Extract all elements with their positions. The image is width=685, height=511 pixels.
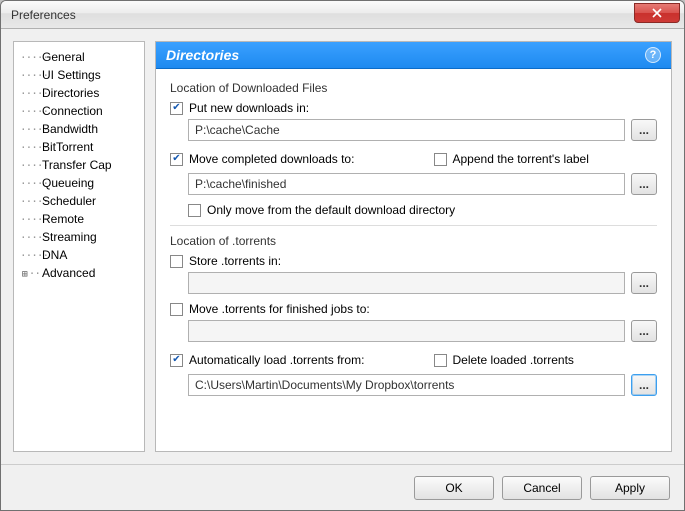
checkbox-store-in[interactable] (170, 255, 183, 268)
row-put-new: Put new downloads in: (170, 101, 657, 115)
checkbox-delete-loaded[interactable] (434, 354, 447, 367)
settings-pane: Location of Downloaded Files Put new dow… (156, 69, 671, 451)
nav-dna[interactable]: ·····DNA (18, 246, 140, 264)
ok-button[interactable]: OK (414, 476, 494, 500)
checkbox-only-move[interactable] (188, 204, 201, 217)
nav-directories[interactable]: ·····Directories (18, 84, 140, 102)
label-move-completed[interactable]: Move completed downloads to: (189, 152, 354, 166)
input-auto-load-path[interactable] (188, 374, 625, 396)
row-only-move: Only move from the default download dire… (188, 203, 657, 217)
checkbox-move-completed[interactable] (170, 153, 183, 166)
nav-transfer-cap[interactable]: ·····Transfer Cap (18, 156, 140, 174)
row-put-new-path: ... (188, 119, 657, 141)
close-button[interactable] (634, 3, 680, 23)
checkbox-auto-load[interactable] (170, 354, 183, 367)
row-auto-load: Automatically load .torrents from: Delet… (170, 350, 657, 370)
input-put-new-path[interactable] (188, 119, 625, 141)
row-move-completed: Move completed downloads to: Append the … (170, 149, 657, 169)
nav-streaming[interactable]: ·····Streaming (18, 228, 140, 246)
group-torrents: Location of .torrents (170, 234, 657, 248)
label-move-finished[interactable]: Move .torrents for finished jobs to: (189, 302, 370, 316)
nav-remote[interactable]: ·····Remote (18, 210, 140, 228)
row-move-finished: Move .torrents for finished jobs to: (170, 302, 657, 316)
nav-bittorrent[interactable]: ·····BitTorrent (18, 138, 140, 156)
browse-put-new[interactable]: ... (631, 119, 657, 141)
label-auto-load[interactable]: Automatically load .torrents from: (189, 353, 364, 367)
titlebar: Preferences (1, 1, 684, 29)
checkbox-move-finished[interactable] (170, 303, 183, 316)
label-delete-loaded[interactable]: Delete loaded .torrents (453, 353, 574, 367)
input-move-completed-path[interactable] (188, 173, 625, 195)
browse-move-finished[interactable]: ... (631, 320, 657, 342)
nav-general[interactable]: ·····General (18, 48, 140, 66)
dialog-footer: OK Cancel Apply (1, 464, 684, 510)
input-store-in-path[interactable] (188, 272, 625, 294)
label-only-move[interactable]: Only move from the default download dire… (207, 203, 455, 217)
label-append-label[interactable]: Append the torrent's label (453, 152, 589, 166)
row-store-in-path: ... (188, 272, 657, 294)
nav-scheduler[interactable]: ·····Scheduler (18, 192, 140, 210)
help-icon[interactable]: ? (645, 47, 661, 63)
cancel-button[interactable]: Cancel (502, 476, 582, 500)
preferences-window: Preferences ·····General ·····UI Setting… (0, 0, 685, 511)
nav-connection[interactable]: ·····Connection (18, 102, 140, 120)
window-title: Preferences (11, 8, 76, 22)
label-store-in[interactable]: Store .torrents in: (189, 254, 281, 268)
close-icon (652, 8, 662, 18)
row-auto-load-path: ... (188, 374, 657, 396)
checkbox-put-new[interactable] (170, 102, 183, 115)
dialog-body: ·····General ·····UI Settings ·····Direc… (1, 29, 684, 464)
nav-bandwidth[interactable]: ·····Bandwidth (18, 120, 140, 138)
row-move-finished-path: ... (188, 320, 657, 342)
input-move-finished-path[interactable] (188, 320, 625, 342)
nav-ui-settings[interactable]: ·····UI Settings (18, 66, 140, 84)
category-tree: ·····General ·····UI Settings ·····Direc… (13, 41, 145, 452)
browse-move-completed[interactable]: ... (631, 173, 657, 195)
row-store-in: Store .torrents in: (170, 254, 657, 268)
nav-advanced[interactable]: ··Advanced (18, 264, 140, 282)
divider (170, 225, 657, 226)
browse-store-in[interactable]: ... (631, 272, 657, 294)
content-panel: Directories ? Location of Downloaded Fil… (155, 41, 672, 452)
apply-button[interactable]: Apply (590, 476, 670, 500)
section-title: Directories (166, 47, 645, 63)
row-move-completed-path: ... (188, 173, 657, 195)
nav-queueing[interactable]: ·····Queueing (18, 174, 140, 192)
group-downloaded-files: Location of Downloaded Files (170, 81, 657, 95)
checkbox-append-label[interactable] (434, 153, 447, 166)
label-put-new[interactable]: Put new downloads in: (189, 101, 309, 115)
section-header: Directories ? (156, 42, 671, 69)
browse-auto-load[interactable]: ... (631, 374, 657, 396)
